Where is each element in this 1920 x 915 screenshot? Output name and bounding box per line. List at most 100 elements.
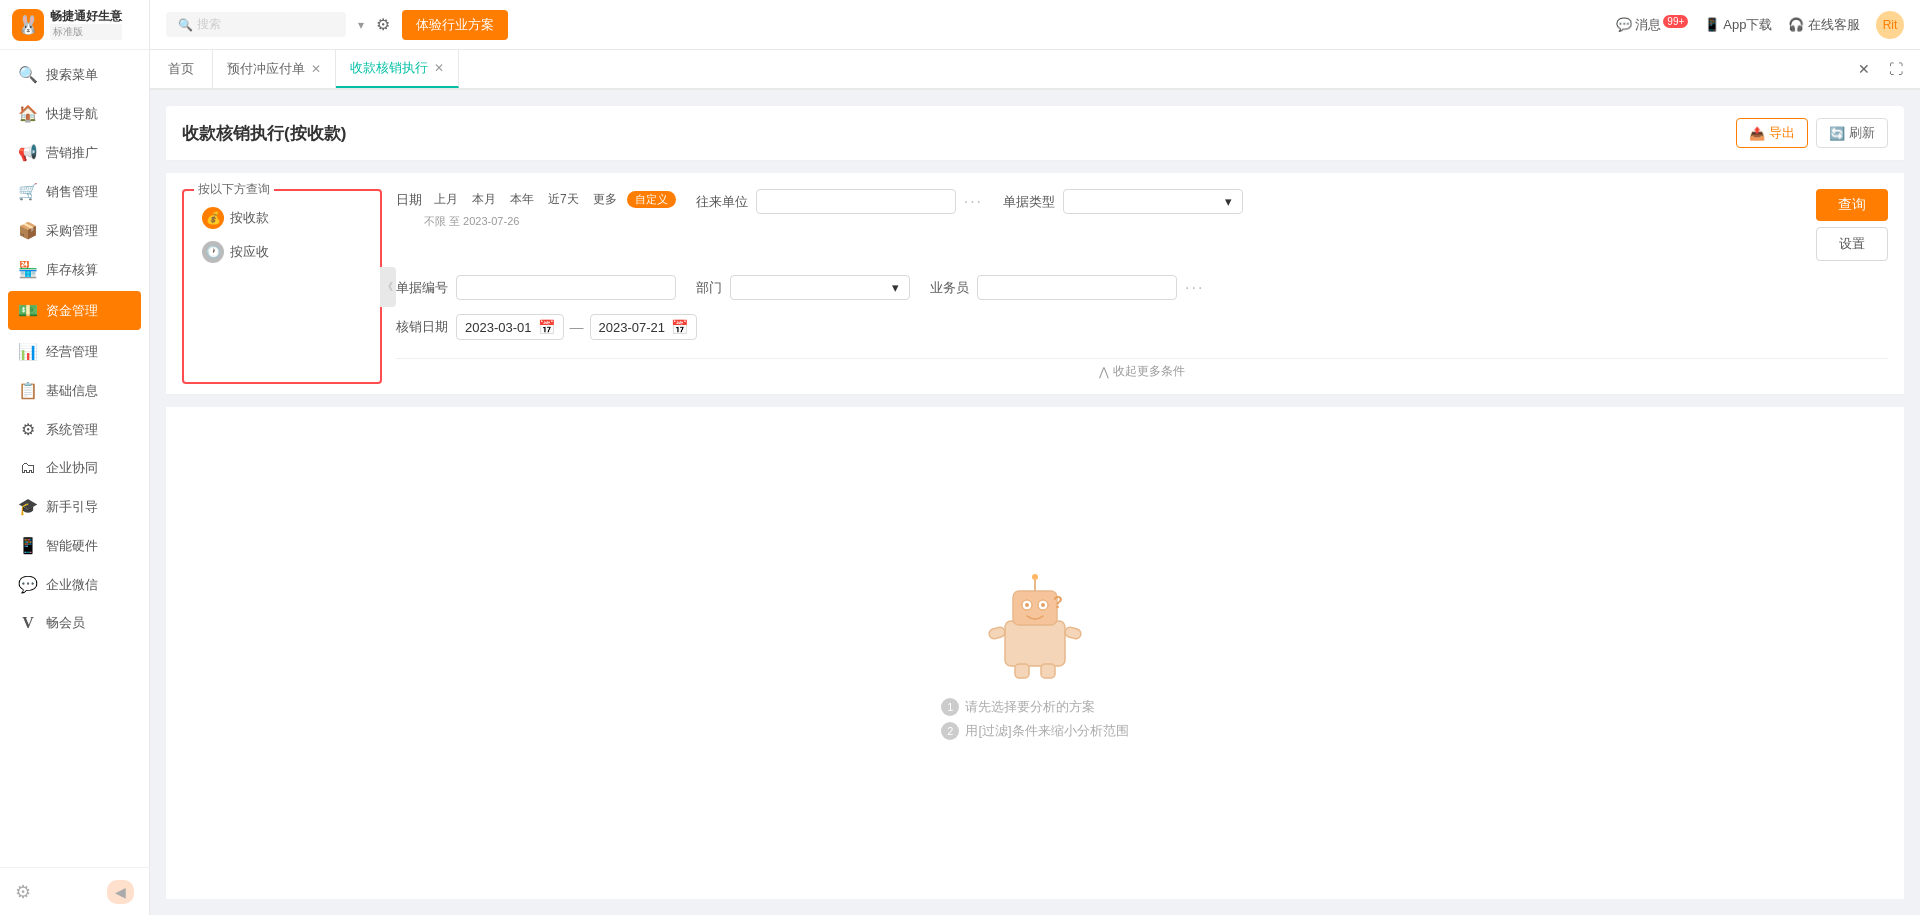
svg-rect-9 — [1064, 626, 1082, 640]
header-online-service[interactable]: 🎧 在线客服 — [1788, 16, 1860, 34]
sidebar-label-search: 搜索菜单 — [46, 66, 98, 84]
filter-row-1: 日期 上月 本月 本年 近7天 更多 自定义 不限 至 2023-07-26 — [396, 189, 1888, 261]
refresh-button[interactable]: 🔄 刷新 — [1816, 118, 1888, 148]
calendar-start-icon: 📅 — [538, 319, 555, 335]
sidebar-item-nav[interactable]: 🏠 快捷导航 — [0, 94, 149, 133]
sidebar-item-vip[interactable]: V 畅会员 — [0, 604, 149, 642]
tab-prepay[interactable]: 预付冲应付单 ✕ — [213, 50, 336, 88]
setting-button[interactable]: 设置 — [1816, 227, 1888, 261]
header-search-placeholder: 搜索 — [197, 16, 221, 33]
partner-label: 往来单位 — [696, 193, 748, 211]
sidebar-item-operation[interactable]: 📊 经营管理 — [0, 332, 149, 371]
date-7days[interactable]: 近7天 — [544, 189, 583, 210]
user-avatar[interactable]: Rit — [1876, 11, 1904, 39]
industry-solution-button[interactable]: 体验行业方案 — [402, 10, 508, 40]
tab-home[interactable]: 首页 — [150, 50, 213, 88]
verify-date-end-value: 2023-07-21 — [599, 320, 666, 335]
header-gear-icon[interactable]: ⚙ — [376, 15, 390, 34]
partner-more-dots[interactable]: ··· — [964, 193, 983, 211]
content-area: 收款核销执行(按收款) 📤 导出 🔄 刷新 按以下方查询 💰 按收款 — [150, 90, 1920, 915]
sidebar-item-sales[interactable]: 🛒 销售管理 — [0, 172, 149, 211]
sidebar-label-basic: 基础信息 — [46, 382, 98, 400]
sidebar-item-collab[interactable]: 🗂 企业协同 — [0, 449, 149, 487]
refresh-icon: 🔄 — [1829, 126, 1845, 141]
sidebar-item-marketing[interactable]: 📢 营销推广 — [0, 133, 149, 172]
receipt-option-icon: 💰 — [202, 207, 224, 229]
sidebar-item-system[interactable]: ⚙ 系统管理 — [0, 410, 149, 449]
sidebar-item-wechat[interactable]: 💬 企业微信 — [0, 565, 149, 604]
sidebar-item-inventory[interactable]: 🏪 库存核算 — [0, 250, 149, 289]
query-button[interactable]: 查询 — [1816, 189, 1888, 221]
partner-input[interactable] — [756, 189, 956, 214]
bill-type-select[interactable]: ▾ — [1063, 189, 1243, 214]
svg-rect-0 — [1005, 621, 1065, 666]
collab-icon: 🗂 — [18, 459, 38, 477]
empty-state: ? 1 请先选择要分析的方案 2 用[过滤]条件来缩小分析范围 — [166, 407, 1904, 899]
header-app-download[interactable]: 📱 App下载 — [1704, 16, 1772, 34]
sidebar-item-purchase[interactable]: 📦 采购管理 — [0, 211, 149, 250]
date-range-separator: — — [570, 319, 584, 335]
verify-date-range: 2023-03-01 📅 — 2023-07-21 📅 — [456, 314, 697, 340]
svg-rect-10 — [1015, 664, 1029, 678]
verify-date-start-input[interactable]: 2023-03-01 📅 — [456, 314, 564, 340]
date-this-year[interactable]: 本年 — [506, 189, 538, 210]
filter-verify-date-field: 核销日期 2023-03-01 📅 — 2023-07-21 📅 — [396, 314, 697, 340]
dept-select[interactable]: ▾ — [730, 275, 910, 300]
page-title: 收款核销执行(按收款) — [182, 122, 346, 145]
staff-more-dots[interactable]: ··· — [1185, 279, 1204, 297]
calendar-end-icon: 📅 — [671, 319, 688, 335]
export-icon: 📤 — [1749, 126, 1765, 141]
sidebar-item-basic[interactable]: 📋 基础信息 — [0, 371, 149, 410]
filter-staff-field: 业务员 ··· — [930, 275, 1204, 300]
top-header: 🔍 搜索 ▾ ⚙ 体验行业方案 💬 消息99+ 📱 App下载 🎧 在线客服 R… — [150, 0, 1920, 50]
sidebar-logo: 🐰 畅捷通好生意 标准版 — [0, 0, 149, 50]
tab-close-prepay[interactable]: ✕ — [311, 62, 321, 76]
billno-input[interactable] — [456, 275, 676, 300]
header-dropdown-chevron[interactable]: ▾ — [358, 18, 364, 32]
date-this-month[interactable]: 本月 — [468, 189, 500, 210]
action-buttons: 查询 设置 — [1816, 189, 1888, 261]
export-button[interactable]: 📤 导出 — [1736, 118, 1808, 148]
tab-close-all[interactable]: ✕ — [1850, 55, 1878, 83]
verify-date-start-value: 2023-03-01 — [465, 320, 532, 335]
sidebar-item-finance[interactable]: 💵 资金管理 — [8, 291, 141, 330]
date-custom-badge[interactable]: 自定义 — [627, 191, 676, 208]
staff-input[interactable] — [977, 275, 1177, 300]
verify-date-end-input[interactable]: 2023-07-21 📅 — [590, 314, 698, 340]
sidebar-label-vip: 畅会员 — [46, 614, 85, 632]
collapse-icon: ⋀ — [1099, 365, 1109, 379]
filter-option-by-receivable[interactable]: 🕐 按应收 — [194, 235, 370, 269]
sidebar-label-purchase: 采购管理 — [46, 222, 98, 240]
empty-tips: 1 请先选择要分析的方案 2 用[过滤]条件来缩小分析范围 — [941, 698, 1128, 740]
sidebar-settings-icon[interactable]: ⚙ — [15, 881, 31, 903]
date-last-month[interactable]: 上月 — [430, 189, 462, 210]
sidebar-menu: 🔍 搜索菜单 🏠 快捷导航 📢 营销推广 🛒 销售管理 📦 采购管理 🏪 库存核… — [0, 50, 149, 867]
date-label: 日期 — [396, 191, 422, 209]
filter-left-collapse[interactable]: 《 — [380, 267, 396, 307]
brand-badge: 标准版 — [50, 24, 122, 40]
date-row: 日期 上月 本月 本年 近7天 更多 自定义 — [396, 189, 676, 210]
tip-num-2: 2 — [941, 722, 959, 740]
sidebar-item-guide[interactable]: 🎓 新手引导 — [0, 487, 149, 526]
brand-name: 畅捷通好生意 — [50, 9, 122, 25]
staff-label: 业务员 — [930, 279, 969, 297]
sidebar-item-hardware[interactable]: 📱 智能硬件 — [0, 526, 149, 565]
svg-point-7 — [1032, 574, 1038, 580]
operation-icon: 📊 — [18, 342, 38, 361]
tab-close-verify[interactable]: ✕ — [434, 61, 444, 75]
tab-expand[interactable]: ⛶ — [1882, 55, 1910, 83]
guide-icon: 🎓 — [18, 497, 38, 516]
verify-date-label: 核销日期 — [396, 318, 448, 336]
date-more[interactable]: 更多 — [589, 189, 621, 210]
dept-chevron: ▾ — [892, 280, 899, 295]
sidebar-item-search[interactable]: 🔍 搜索菜单 — [0, 55, 149, 94]
wechat-icon: 💬 — [18, 575, 38, 594]
filter-option-by-receipt[interactable]: 💰 按收款 — [194, 201, 370, 235]
tab-verify[interactable]: 收款核销执行 ✕ — [336, 50, 459, 88]
sales-icon: 🛒 — [18, 182, 38, 201]
sidebar-collapse-icon[interactable]: ◀ — [107, 880, 134, 904]
page-actions: 📤 导出 🔄 刷新 — [1736, 118, 1888, 148]
header-message[interactable]: 💬 消息99+ — [1616, 16, 1689, 34]
collapse-more-conditions[interactable]: ⋀ 收起更多条件 — [396, 358, 1888, 384]
header-search-box[interactable]: 🔍 搜索 — [166, 12, 346, 37]
